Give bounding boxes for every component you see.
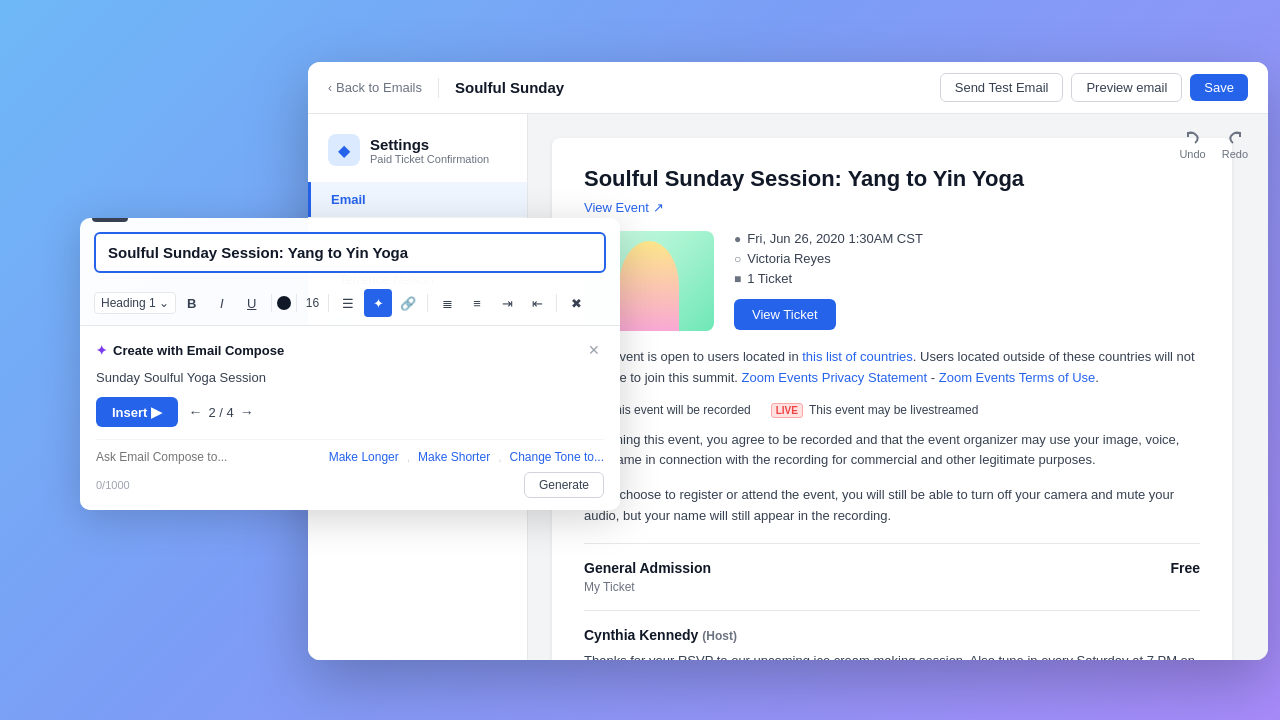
- compose-prompt-row: Make Longer , Make Shorter , Change Tone…: [96, 439, 604, 464]
- date-row: ● Fri, Jun 26, 2020 1:30AM CST: [734, 231, 1200, 246]
- pagination-label: 2 / 4: [208, 405, 233, 420]
- sparkle-icon: ✦: [96, 343, 107, 358]
- back-to-emails-link[interactable]: ‹ Back to Emails: [328, 80, 422, 95]
- external-link-icon: ↗: [653, 200, 664, 215]
- redo-button[interactable]: Redo: [1222, 130, 1248, 160]
- highlight-button[interactable]: ✦: [364, 289, 392, 317]
- event-flags: ▣ This event will be recorded LIVE This …: [584, 403, 1200, 418]
- tickets-row: ■ 1 Ticket: [734, 271, 1200, 286]
- live-badge: LIVE: [771, 403, 803, 418]
- change-tone-suggestion[interactable]: Change Tone to...: [509, 450, 604, 464]
- camera-notice: If you choose to register or attend the …: [584, 485, 1200, 527]
- make-longer-suggestion[interactable]: Make Longer: [329, 450, 399, 464]
- recording-notice: By joining this event, you agree to be r…: [584, 430, 1200, 472]
- sidebar-email-label: Email: [331, 192, 366, 207]
- compose-actions-row: Insert ▶ ← 2 / 4 →: [96, 397, 604, 427]
- compose-close-button[interactable]: ✕: [584, 340, 604, 360]
- top-bar-actions: Send Test Email Preview email Save: [940, 73, 1248, 102]
- admission-title: General Admission: [584, 560, 711, 576]
- font-size: 16: [302, 296, 323, 310]
- person-silhouette: [619, 241, 679, 331]
- top-bar: ‹ Back to Emails Soulful Sunday Send Tes…: [308, 62, 1268, 114]
- sidebar-header: ◆ Settings Paid Ticket Confirmation: [308, 134, 527, 182]
- prev-suggestion-button[interactable]: ←: [188, 404, 202, 420]
- host-name: Cynthia Kennedy (Host): [584, 627, 1200, 643]
- compose-footer-row: 0/1000 Generate: [96, 472, 604, 498]
- admission-price: Free: [1170, 560, 1200, 576]
- indent-button[interactable]: ⇥: [493, 289, 521, 317]
- heading-label: Heading 1: [101, 296, 156, 310]
- toolbar-divider-2: [296, 294, 297, 312]
- body-text-countries: This event is open to users located in t…: [584, 347, 1200, 389]
- livestreamed-flag: LIVE This event may be livestreamed: [771, 403, 979, 418]
- insert-button[interactable]: Insert ▶: [96, 397, 178, 427]
- text-badge: Text: [92, 218, 128, 222]
- toolbar-divider-3: [328, 294, 329, 312]
- align-left-button[interactable]: ☰: [334, 289, 362, 317]
- page-title: Soulful Sunday: [455, 79, 928, 96]
- char-counter: 0/1000: [96, 479, 130, 491]
- make-shorter-suggestion[interactable]: Make Shorter: [418, 450, 490, 464]
- top-bar-divider: [438, 78, 439, 98]
- undo-button[interactable]: Undo: [1179, 130, 1205, 160]
- toolbar-divider-4: [427, 294, 428, 312]
- sidebar-item-email[interactable]: Email: [308, 182, 527, 217]
- save-button[interactable]: Save: [1190, 74, 1248, 101]
- ticket-icon: ■: [734, 272, 741, 286]
- sidebar-subtitle: Paid Ticket Confirmation: [370, 153, 489, 165]
- sidebar-title: Settings: [370, 136, 489, 153]
- compose-title: ✦ Create with Email Compose: [96, 343, 284, 358]
- outdent-button[interactable]: ⇤: [523, 289, 551, 317]
- host-message: Thanks for your RSVP to our upcoming ice…: [584, 651, 1200, 660]
- privacy-link[interactable]: Zoom Events Privacy Statement: [742, 370, 928, 385]
- view-ticket-button[interactable]: View Ticket: [734, 299, 836, 330]
- heading-chevron-icon: ⌄: [159, 296, 169, 310]
- admission-row: General Admission Free: [584, 560, 1200, 576]
- person-icon: ○: [734, 252, 741, 266]
- event-details-row: ● Fri, Jun 26, 2020 1:30AM CST ○ Victori…: [584, 231, 1200, 331]
- terms-link[interactable]: Zoom Events Terms of Use: [939, 370, 1096, 385]
- toolbar-divider-5: [556, 294, 557, 312]
- settings-icon: ◆: [328, 134, 360, 166]
- compose-header: ✦ Create with Email Compose ✕: [96, 340, 604, 360]
- color-dot[interactable]: [277, 296, 291, 310]
- email-heading: Soulful Sunday Session: Yang to Yin Yoga: [584, 166, 1200, 192]
- preview-email-button[interactable]: Preview email: [1071, 73, 1182, 102]
- undo-redo-controls: Undo Redo: [1179, 130, 1248, 160]
- editor-overlay: Text Heading 1 ⌄ B I U 16 ☰ ✦ 🔗 ≣ ≡ ⇥ ⇤ …: [80, 218, 620, 510]
- section-divider-2: [584, 610, 1200, 611]
- event-meta: ● Fri, Jun 26, 2020 1:30AM CST ○ Victori…: [734, 231, 1200, 331]
- italic-button[interactable]: I: [208, 289, 236, 317]
- host-row: ○ Victoria Reyes: [734, 251, 1200, 266]
- compose-generated-text: Sunday Soulful Yoga Session: [96, 370, 604, 385]
- align-center-button[interactable]: ≣: [433, 289, 461, 317]
- toolbar-divider-1: [271, 294, 272, 312]
- clear-format-button[interactable]: ✖: [562, 289, 590, 317]
- pagination-controls: ← 2 / 4 →: [188, 404, 253, 420]
- heading-selector[interactable]: Heading 1 ⌄: [94, 292, 176, 314]
- generate-button[interactable]: Generate: [524, 472, 604, 498]
- list-button[interactable]: ≡: [463, 289, 491, 317]
- bold-button[interactable]: B: [178, 289, 206, 317]
- section-divider: [584, 543, 1200, 544]
- send-test-email-button[interactable]: Send Test Email: [940, 73, 1064, 102]
- back-chevron-icon: ‹: [328, 81, 332, 95]
- editor-input-area: [80, 218, 620, 283]
- view-event-link[interactable]: View Event ↗: [584, 200, 1200, 215]
- next-suggestion-button[interactable]: →: [240, 404, 254, 420]
- compose-prompt-input[interactable]: [96, 450, 321, 464]
- clock-icon: ●: [734, 232, 741, 246]
- cursor-icon: ▶: [151, 404, 162, 420]
- ticket-label: My Ticket: [584, 580, 1200, 594]
- email-preview: Soulful Sunday Session: Yang to Yin Yoga…: [552, 138, 1232, 660]
- back-label: Back to Emails: [336, 80, 422, 95]
- underline-button[interactable]: U: [238, 289, 266, 317]
- heading-text-input[interactable]: [94, 232, 606, 273]
- compose-panel: ✦ Create with Email Compose ✕ Sunday Sou…: [80, 326, 620, 510]
- link-button[interactable]: 🔗: [394, 289, 422, 317]
- countries-link[interactable]: this list of countries: [802, 349, 913, 364]
- preview-area: Undo Redo Soulful Sunday Session: Yang t…: [528, 114, 1268, 660]
- formatting-toolbar: Heading 1 ⌄ B I U 16 ☰ ✦ 🔗 ≣ ≡ ⇥ ⇤ ✖: [80, 283, 620, 326]
